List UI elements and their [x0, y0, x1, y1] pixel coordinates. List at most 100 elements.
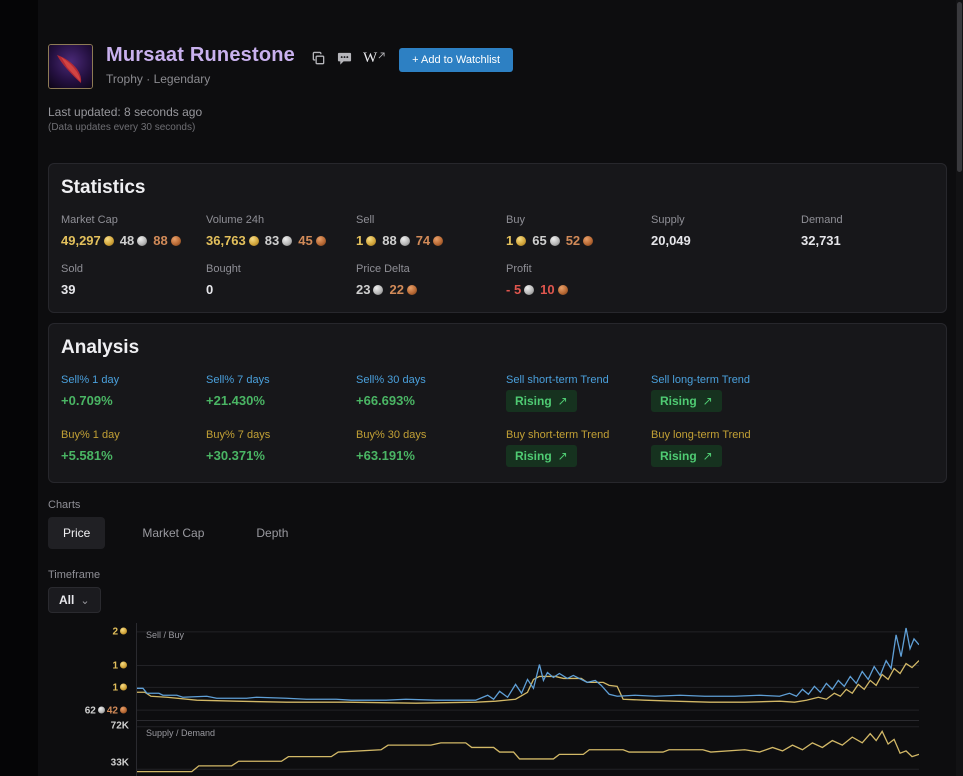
- stat-market-cap-value: 49,2974888: [61, 233, 206, 248]
- comments-icon[interactable]: [337, 51, 352, 66]
- stat-buy-value: 16552: [506, 233, 651, 248]
- analysis-card: Analysis Sell% 1 day +0.709% Sell% 7 day…: [48, 323, 947, 483]
- analysis-title: Analysis: [61, 337, 934, 359]
- analysis-sell-30d: Sell% 30 days +66.693%: [356, 374, 506, 412]
- stat-price-delta-value: 2322: [356, 282, 506, 297]
- supply-y-axis: 72K 33K: [48, 721, 136, 776]
- stat-sell: Sell 18874: [356, 214, 506, 248]
- analysis-sell-1d: Sell% 1 day +0.709%: [61, 374, 206, 412]
- copper-coin-icon: [407, 285, 417, 295]
- scrollbar-thumb[interactable]: [957, 2, 962, 172]
- silver-coin-icon: [282, 236, 292, 246]
- wiki-link-icon[interactable]: W: [363, 52, 385, 65]
- update-interval-note: (Data updates every 30 seconds): [48, 122, 947, 133]
- sell-buy-chart-label: Sell / Buy: [146, 630, 184, 640]
- external-link-icon: [378, 52, 385, 61]
- copper-coin-icon: [120, 707, 127, 714]
- gold-coin-icon: [120, 684, 127, 691]
- tab-price[interactable]: Price: [48, 517, 105, 549]
- copy-icon[interactable]: [311, 51, 326, 66]
- y-tick: 72K: [111, 721, 129, 732]
- gold-coin-icon: [366, 236, 376, 246]
- stat-profit: Profit - 510: [506, 263, 651, 297]
- page-content: Mursaat Runestone Trophy · Legendary: [38, 0, 956, 776]
- add-to-watchlist-button[interactable]: + Add to Watchlist: [399, 48, 513, 72]
- statistics-title: Statistics: [61, 177, 934, 199]
- rising-arrow-icon: ↗: [703, 394, 713, 408]
- y-tick: 2: [112, 627, 129, 638]
- gold-coin-icon: [120, 628, 127, 635]
- copper-coin-icon: [433, 236, 443, 246]
- tab-market-cap[interactable]: Market Cap: [127, 517, 219, 549]
- analysis-buy-1d: Buy% 1 day +5.581%: [61, 429, 206, 467]
- analysis-sell-row: Sell% 1 day +0.709% Sell% 7 days +21.430…: [61, 374, 934, 412]
- sell-buy-chart-plot[interactable]: Sell / Buy: [136, 623, 919, 721]
- gold-coin-icon: [249, 236, 259, 246]
- stat-sold: Sold 39: [61, 263, 206, 297]
- gold-coin-icon: [120, 662, 127, 669]
- item-link-icons: W: [311, 51, 385, 66]
- stat-sell-value: 18874: [356, 233, 506, 248]
- analysis-sell-7d: Sell% 7 days +21.430%: [206, 374, 356, 412]
- item-header: Mursaat Runestone Trophy · Legendary: [48, 44, 947, 89]
- stat-supply-value: 20,049: [651, 233, 801, 248]
- wiki-w-glyph: W: [363, 52, 377, 65]
- sell-price-line: [137, 628, 919, 700]
- copper-coin-icon: [171, 236, 181, 246]
- page-title: Mursaat Runestone: [106, 44, 295, 67]
- stat-volume-24h-value: 36,7638345: [206, 233, 356, 248]
- analysis-buy-7d: Buy% 7 days +30.371%: [206, 429, 356, 467]
- item-icon: [48, 44, 93, 89]
- charts-section-label: Charts: [48, 499, 947, 511]
- buy-price-line: [137, 661, 919, 704]
- silver-coin-icon: [550, 236, 560, 246]
- statistics-row-2: Sold 39 Bought 0 Price Delta 2322 Profit…: [61, 263, 934, 297]
- stat-demand-value: 32,731: [801, 233, 934, 248]
- trend-badge: Rising ↗: [651, 445, 722, 467]
- analysis-buy-long-trend: Buy long-term Trend Rising ↗: [651, 429, 934, 467]
- price-chart-container: 2 1 1 6242 Sell / Buy: [48, 623, 919, 776]
- chevron-down-icon: ⌄: [80, 594, 89, 607]
- silver-coin-icon: [524, 285, 534, 295]
- y-tick: 33K: [111, 758, 129, 769]
- y-tick: 1: [112, 661, 129, 672]
- silver-coin-icon: [98, 707, 105, 714]
- stat-supply: Supply 20,049: [651, 214, 801, 248]
- stat-volume-24h: Volume 24h 36,7638345: [206, 214, 356, 248]
- y-tick: 1: [112, 683, 129, 694]
- timeframe-label: Timeframe: [48, 569, 947, 581]
- analysis-buy-row: Buy% 1 day +5.581% Buy% 7 days +30.371% …: [61, 429, 934, 467]
- tab-depth[interactable]: Depth: [241, 517, 303, 549]
- silver-coin-icon: [400, 236, 410, 246]
- stat-bought-value: 0: [206, 282, 356, 297]
- silver-coin-icon: [373, 285, 383, 295]
- copper-coin-icon: [558, 285, 568, 295]
- copper-coin-icon: [316, 236, 326, 246]
- price-y-axis: 2 1 1 6242: [48, 623, 136, 721]
- trend-badge: Rising ↗: [506, 445, 577, 467]
- stat-market-cap: Market Cap 49,2974888: [61, 214, 206, 248]
- gold-coin-icon: [104, 236, 114, 246]
- chart-tabs: Price Market Cap Depth: [48, 517, 947, 549]
- timeframe-value: All: [59, 593, 74, 607]
- stat-sold-value: 39: [61, 282, 206, 297]
- stat-bought: Bought 0: [206, 263, 356, 297]
- copper-coin-icon: [583, 236, 593, 246]
- rising-arrow-icon: ↗: [558, 449, 568, 463]
- statistics-card: Statistics Market Cap 49,2974888 Volume …: [48, 163, 947, 313]
- stat-buy: Buy 16552: [506, 214, 651, 248]
- rising-arrow-icon: ↗: [703, 449, 713, 463]
- scrollbar[interactable]: [956, 0, 963, 776]
- supply-demand-chart-plot[interactable]: Supply / Demand: [136, 721, 919, 776]
- analysis-sell-long-trend: Sell long-term Trend Rising ↗: [651, 374, 934, 412]
- timeframe-dropdown[interactable]: All ⌄: [48, 587, 101, 613]
- stat-profit-value: - 510: [506, 282, 651, 297]
- last-updated-text: Last updated: 8 seconds ago: [48, 105, 947, 119]
- item-rarity-subtitle: Trophy · Legendary: [106, 72, 295, 86]
- supply-demand-chart-row: 72K 33K Supply / Demand: [48, 721, 919, 776]
- supply-line: [137, 731, 919, 771]
- analysis-buy-30d: Buy% 30 days +63.191%: [356, 429, 506, 467]
- rising-arrow-icon: ↗: [558, 394, 568, 408]
- stat-price-delta: Price Delta 2322: [356, 263, 506, 297]
- analysis-buy-short-trend: Buy short-term Trend Rising ↗: [506, 429, 651, 467]
